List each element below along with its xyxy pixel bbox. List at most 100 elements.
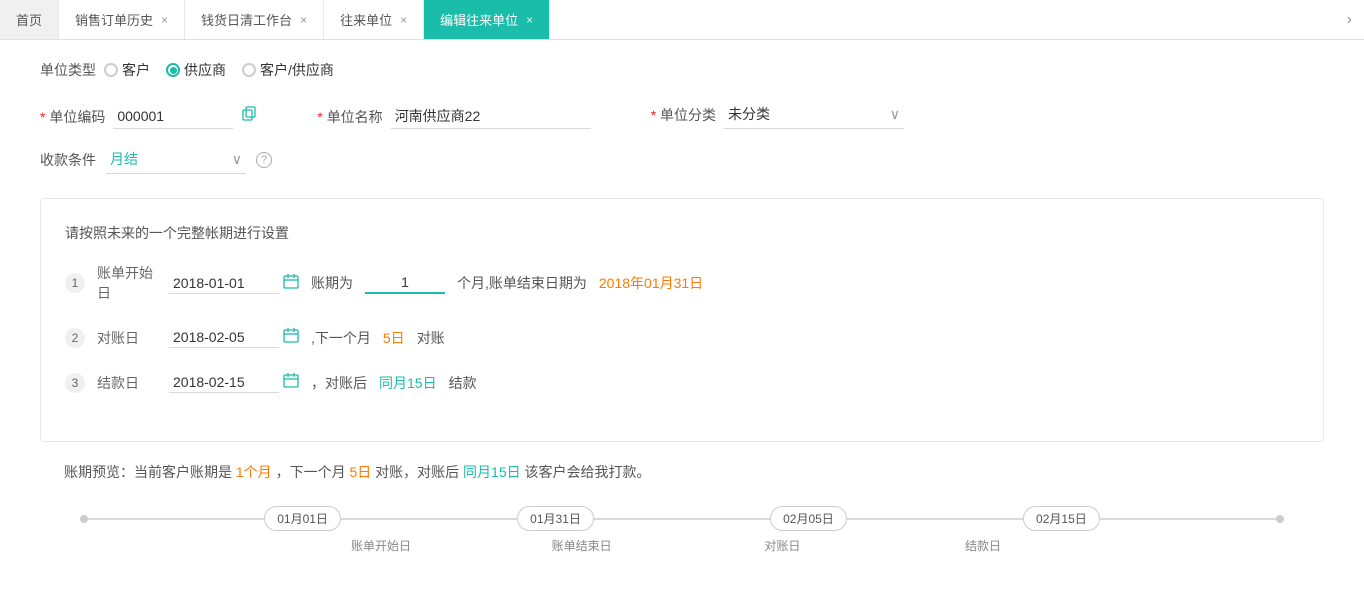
timeline-badge-2: 01月31日 — [517, 506, 594, 531]
radio-customer-label: 客户 — [122, 60, 150, 80]
tab-edit-partner[interactable]: 编辑往来单位 × — [424, 0, 550, 39]
settings-title: 请按照未来的一个完整帐期进行设置 — [65, 223, 1299, 243]
payment-condition-select[interactable]: 月结 ∨ — [106, 145, 246, 174]
radio-customer-circle — [104, 63, 118, 77]
tab-cash-work-label: 钱货日清工作台 — [201, 10, 292, 29]
unit-name-group: 单位名称 — [317, 104, 590, 129]
timeline-label-4: 结款日 — [965, 537, 1001, 554]
reconcile-date-calendar-icon[interactable] — [283, 327, 299, 348]
radio-supplier[interactable]: 供应商 — [166, 60, 226, 80]
radio-supplier-label: 供应商 — [184, 60, 226, 80]
unit-code-group: 单位编码 — [40, 104, 257, 129]
tab-partner-unit-close[interactable]: × — [400, 13, 407, 27]
unit-category-group: 单位分类 未分类 ∨ — [651, 100, 904, 129]
timeline-segment-1 — [88, 518, 264, 520]
timeline-badge-1: 01月01日 — [264, 506, 341, 531]
tab-cash-work-close[interactable]: × — [300, 13, 307, 27]
payment-desc-pre: ，对账后 — [311, 373, 367, 393]
help-icon[interactable]: ? — [256, 152, 272, 168]
unit-info-row: 单位编码 单位名称 单位分类 未分类 ∨ — [40, 100, 1324, 129]
radio-both[interactable]: 客户/供应商 — [242, 60, 334, 80]
period-label-pre: 账期为 — [311, 273, 353, 293]
setting-label-1: 账单开始日 — [97, 263, 157, 303]
date-input-wrapper-3 — [169, 372, 299, 393]
tab-sales-order-label: 销售订单历史 — [75, 10, 153, 29]
timeline-node-3: 02月05日 — [770, 506, 847, 531]
period-end-date: 2018年01月31日 — [599, 273, 703, 293]
payment-condition-dropdown-icon: ∨ — [232, 151, 242, 168]
setting-num-1: 1 — [65, 273, 85, 293]
setting-num-2: 2 — [65, 328, 85, 348]
unit-type-label: 单位类型 — [40, 60, 96, 80]
radio-both-circle — [242, 63, 256, 77]
settings-panel: 请按照未来的一个完整帐期进行设置 1 账单开始日 账期为 个月,账单结束日期为 — [40, 198, 1324, 442]
tab-home[interactable]: 首页 — [0, 0, 59, 39]
radio-customer[interactable]: 客户 — [104, 60, 150, 80]
timeline-label-2: 账单结束日 — [552, 537, 612, 554]
unit-code-copy-icon[interactable] — [241, 106, 257, 127]
timeline-segment-3 — [594, 518, 770, 520]
preview-label: 账期预览：当前客户账期是 — [64, 464, 232, 480]
tab-more-button[interactable]: › — [1335, 11, 1364, 29]
setting-row-2: 2 对账日 ,下一个月 5日 对账 — [65, 327, 1299, 348]
timeline-start-dot — [80, 515, 88, 523]
date-input-wrapper-1 — [169, 273, 299, 294]
preview-part1: 1个月 — [236, 464, 272, 480]
preview-sep3: 该客户会给我打款。 — [525, 464, 651, 480]
timeline-badge-3: 02月05日 — [770, 506, 847, 531]
timeline-section: 01月01日 01月31日 02月05日 02月15日 账单开始日 — [40, 506, 1324, 554]
unit-code-input[interactable] — [113, 104, 233, 129]
period-unit: 个月,账单结束日期为 — [457, 273, 587, 293]
payment-desc-post: 结款 — [449, 373, 477, 393]
tab-sales-order-close[interactable]: × — [161, 13, 168, 27]
reconcile-desc-post: 对账 — [417, 328, 445, 348]
timeline-segment-2 — [341, 518, 517, 520]
start-date-input[interactable] — [169, 273, 279, 294]
setting-row-3: 3 结款日 ，对账后 同月15日 结款 — [65, 372, 1299, 393]
preview-sep1: ，下一个月 — [276, 464, 346, 480]
timeline-segment-4 — [847, 518, 1023, 520]
setting-row-1: 1 账单开始日 账期为 个月,账单结束日期为 2018年01月31日 — [65, 263, 1299, 303]
unit-category-dropdown-icon: ∨ — [890, 106, 900, 123]
timeline-segment-5 — [1100, 518, 1276, 520]
preview-part2: 5日 — [349, 464, 371, 480]
unit-name-input[interactable] — [391, 104, 591, 129]
unit-type-row: 单位类型 客户 供应商 客户/供应商 — [40, 60, 1324, 80]
timeline-node-4: 02月15日 — [1023, 506, 1100, 531]
tab-edit-partner-close[interactable]: × — [526, 13, 533, 27]
timeline-node-2: 01月31日 — [517, 506, 594, 531]
tab-sales-order[interactable]: 销售订单历史 × — [59, 0, 185, 39]
timeline-node-1: 01月01日 — [264, 506, 341, 531]
payment-date-input[interactable] — [169, 372, 279, 393]
main-content: 单位类型 客户 供应商 客户/供应商 单位编码 — [0, 40, 1364, 608]
timeline-label-1: 账单开始日 — [351, 537, 411, 554]
setting-num-3: 3 — [65, 373, 85, 393]
preview-section: 账期预览：当前客户账期是 1个月 ，下一个月 5日 对账，对账后 同月15日 该… — [40, 462, 1324, 482]
payment-condition-row: 收款条件 月结 ∨ ? — [40, 145, 1324, 174]
radio-supplier-circle — [166, 63, 180, 77]
payment-condition-value: 月结 — [110, 149, 232, 169]
start-date-calendar-icon[interactable] — [283, 273, 299, 294]
tab-bar: 首页 销售订单历史 × 钱货日清工作台 × 往来单位 × 编辑往来单位 × › — [0, 0, 1364, 40]
tab-partner-unit[interactable]: 往来单位 × — [324, 0, 424, 39]
unit-type-radio-group: 客户 供应商 客户/供应商 — [104, 60, 334, 80]
setting-label-2: 对账日 — [97, 328, 157, 348]
payment-desc-highlight: 同月15日 — [379, 373, 437, 393]
tab-home-label: 首页 — [16, 10, 42, 29]
unit-category-label: 单位分类 — [651, 105, 716, 125]
preview-part3: 同月15日 — [463, 464, 521, 480]
timeline-badge-4: 02月15日 — [1023, 506, 1100, 531]
unit-category-select[interactable]: 未分类 ∨ — [724, 100, 904, 129]
setting-label-3: 结款日 — [97, 373, 157, 393]
timeline-label-3: 对账日 — [764, 537, 800, 554]
payment-condition-label: 收款条件 — [40, 150, 96, 170]
preview-sep2: 对账，对账后 — [375, 464, 459, 480]
date-input-wrapper-2 — [169, 327, 299, 348]
reconcile-desc-highlight: 5日 — [383, 328, 405, 348]
tab-cash-work[interactable]: 钱货日清工作台 × — [185, 0, 324, 39]
reconcile-date-input[interactable] — [169, 327, 279, 348]
payment-date-calendar-icon[interactable] — [283, 372, 299, 393]
unit-category-value: 未分类 — [728, 104, 890, 124]
period-value-input[interactable] — [365, 272, 445, 294]
tab-edit-partner-label: 编辑往来单位 — [440, 10, 518, 29]
